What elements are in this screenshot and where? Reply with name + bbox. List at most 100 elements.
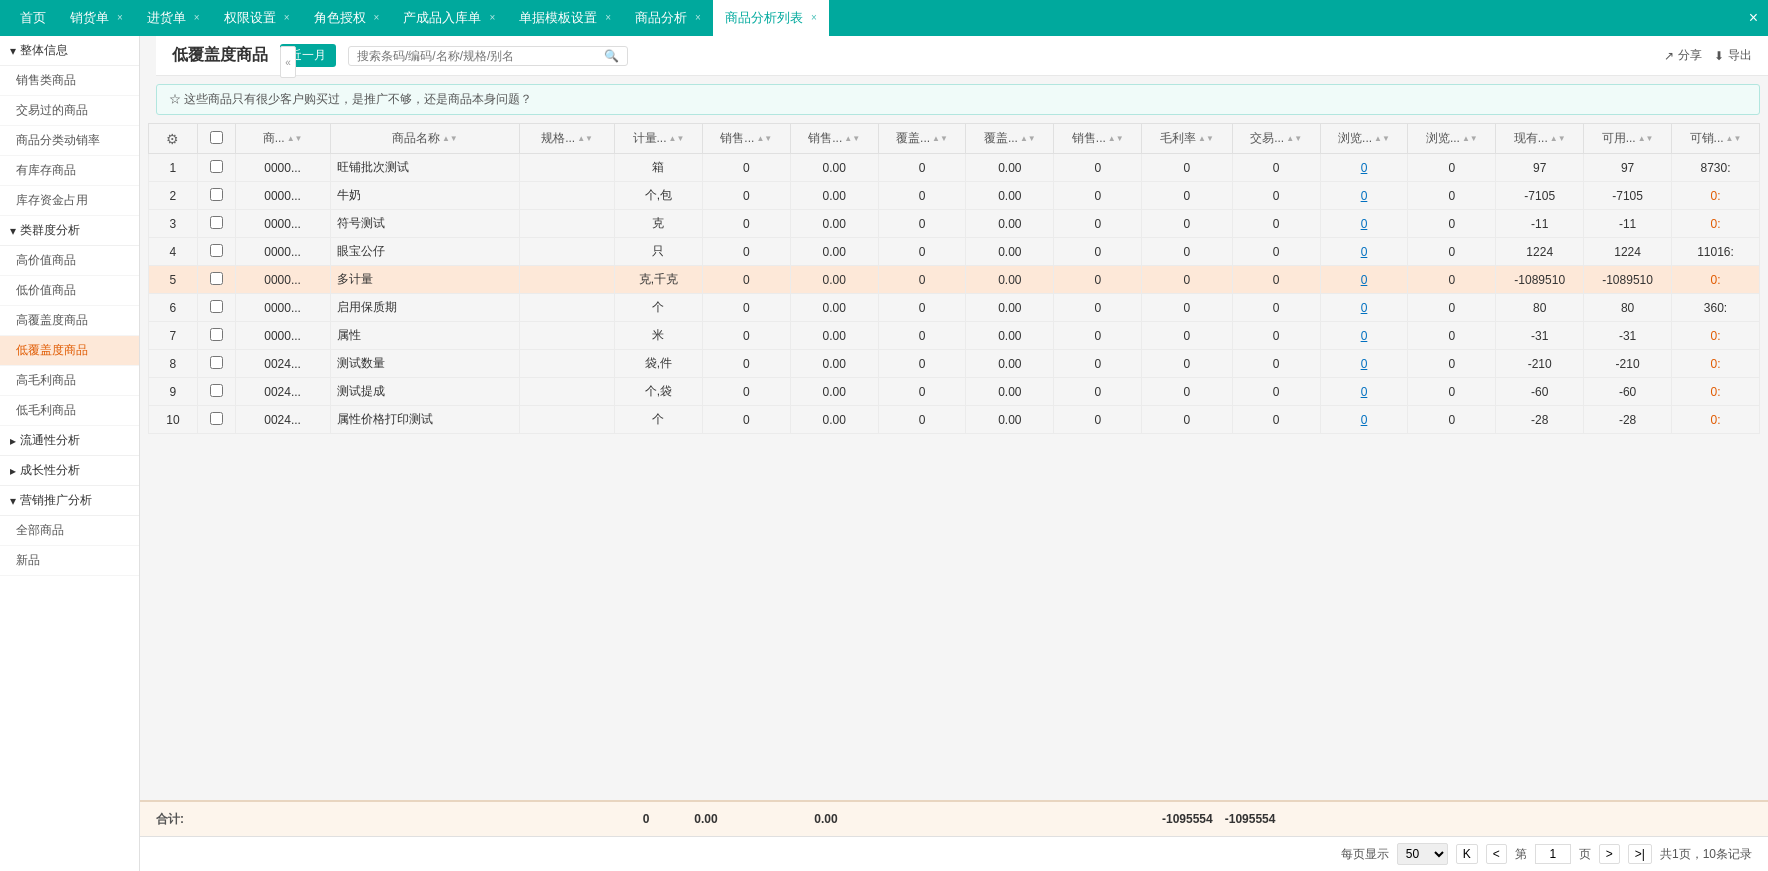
row-checkbox[interactable] <box>197 350 235 378</box>
row-gross-rate: 0 <box>1142 154 1233 182</box>
row-checkbox[interactable] <box>197 294 235 322</box>
nav-close-templates[interactable]: × <box>605 0 611 36</box>
row-checkbox[interactable] <box>197 266 235 294</box>
row-index: 8 <box>149 350 198 378</box>
close-all-button[interactable]: × <box>1749 9 1758 27</box>
row-name: 属性 <box>330 322 520 350</box>
sidebar-item-low-margin[interactable]: 低毛利商品 <box>0 396 139 426</box>
row-name: 多计量 <box>330 266 520 294</box>
row-sales-qty: 0 <box>702 378 790 406</box>
sidebar-item-stock-capital[interactable]: 库存资金占用 <box>0 186 139 216</box>
table-wrapper[interactable]: ⚙ 商...▲▼ 商品名称▲▼ 规格...▲▼ <box>140 123 1768 800</box>
sidebar-item-low-value[interactable]: 低价值商品 <box>0 276 139 306</box>
row-checkbox[interactable] <box>197 238 235 266</box>
search-input[interactable] <box>357 49 604 63</box>
sidebar-item-traded-goods[interactable]: 交易过的商品 <box>0 96 139 126</box>
sidebar-section-group[interactable]: ▾ 类群度分析 <box>0 216 139 246</box>
sidebar-item-sales-goods[interactable]: 销售类商品 <box>0 66 139 96</box>
sidebar-item-low-coverage[interactable]: 低覆盖度商品 <box>0 336 139 366</box>
th-current[interactable]: 现有...▲▼ <box>1496 124 1584 154</box>
nav-item-home[interactable]: 首页 <box>8 0 58 36</box>
sidebar-item-new-goods[interactable]: 新品 <box>0 546 139 576</box>
sidebar-toggle-button[interactable]: « <box>280 46 296 78</box>
sidebar-item-high-coverage[interactable]: 高覆盖度商品 <box>0 306 139 336</box>
th-spec[interactable]: 规格...▲▼ <box>520 124 615 154</box>
table-settings-icon[interactable]: ⚙ <box>166 131 179 147</box>
nav-item-analysis-list[interactable]: 商品分析列表 × <box>713 0 829 36</box>
nav-item-sales[interactable]: 销货单 × <box>58 0 135 36</box>
nav-close-permissions[interactable]: × <box>284 0 290 36</box>
row-current: -7105 <box>1496 182 1584 210</box>
row-sales-x: 0 <box>1054 378 1142 406</box>
th-settings[interactable]: ⚙ <box>149 124 198 154</box>
sidebar-section-marketing[interactable]: ▾ 营销推广分析 <box>0 486 139 516</box>
page-size-select[interactable]: 50 20 100 <box>1397 843 1448 865</box>
nav-close-roles[interactable]: × <box>374 0 380 36</box>
sidebar-item-all-goods[interactable]: 全部商品 <box>0 516 139 546</box>
nav-close-products[interactable]: × <box>489 0 495 36</box>
row-browse1: 0 <box>1320 350 1408 378</box>
th-sales-qty[interactable]: 销售...▲▼ <box>702 124 790 154</box>
th-sales-x[interactable]: 销售...▲▼ <box>1054 124 1142 154</box>
nav-item-analysis[interactable]: 商品分析 × <box>623 0 713 36</box>
row-browse1: 0 <box>1320 294 1408 322</box>
row-current: -60 <box>1496 378 1584 406</box>
th-unit[interactable]: 计量...▲▼ <box>615 124 703 154</box>
sidebar-section-liquidity[interactable]: ▸ 流通性分析 <box>0 426 139 456</box>
th-cover2[interactable]: 覆盖...▲▼ <box>966 124 1054 154</box>
last-page-button[interactable]: >| <box>1628 844 1652 864</box>
th-trade[interactable]: 交易...▲▼ <box>1232 124 1320 154</box>
nav-item-templates[interactable]: 单据模板设置 × <box>507 0 623 36</box>
row-checkbox[interactable] <box>197 154 235 182</box>
th-sellable[interactable]: 可销...▲▼ <box>1672 124 1760 154</box>
first-page-button[interactable]: K <box>1456 844 1478 864</box>
row-current: -11 <box>1496 210 1584 238</box>
row-browse1: 0 <box>1320 266 1408 294</box>
th-cover1[interactable]: 覆盖...▲▼ <box>878 124 966 154</box>
row-cover2: 0.00 <box>966 210 1054 238</box>
row-checkbox[interactable] <box>197 406 235 434</box>
th-browse1[interactable]: 浏览...▲▼ <box>1320 124 1408 154</box>
sidebar-section-overall[interactable]: ▾ 整体信息 <box>0 36 139 66</box>
row-sales-x: 0 <box>1054 350 1142 378</box>
row-code: 0024... <box>235 350 330 378</box>
th-check[interactable] <box>197 124 235 154</box>
row-checkbox[interactable] <box>197 378 235 406</box>
export-button[interactable]: ⬇ 导出 <box>1714 47 1752 64</box>
sidebar-item-high-margin[interactable]: 高毛利商品 <box>0 366 139 396</box>
content-header: 低覆盖度商品 近一月 🔍 ↗ 分享 ⬇ 导出 <box>156 36 1768 76</box>
row-available: 1224 <box>1584 238 1672 266</box>
nav-item-purchase[interactable]: 进货单 × <box>135 0 212 36</box>
row-checkbox[interactable] <box>197 210 235 238</box>
row-checkbox[interactable] <box>197 182 235 210</box>
nav-item-roles[interactable]: 角色授权 × <box>302 0 392 36</box>
check-all-checkbox[interactable] <box>210 131 223 144</box>
sidebar-item-in-stock[interactable]: 有库存商品 <box>0 156 139 186</box>
row-code: 0024... <box>235 406 330 434</box>
nav-item-permissions[interactable]: 权限设置 × <box>212 0 302 36</box>
th-available[interactable]: 可用...▲▼ <box>1584 124 1672 154</box>
next-page-button[interactable]: > <box>1599 844 1620 864</box>
th-browse2[interactable]: 浏览...▲▼ <box>1408 124 1496 154</box>
nav-item-products[interactable]: 产成品入库单 × <box>391 0 507 36</box>
sidebar-item-high-value[interactable]: 高价值商品 <box>0 246 139 276</box>
th-code[interactable]: 商...▲▼ <box>235 124 330 154</box>
share-button[interactable]: ↗ 分享 <box>1664 47 1702 64</box>
sidebar-section-growth[interactable]: ▸ 成长性分析 <box>0 456 139 486</box>
nav-close-analysis-list[interactable]: × <box>811 0 817 36</box>
nav-close-purchase[interactable]: × <box>194 0 200 36</box>
th-gross-rate[interactable]: 毛利率▲▼ <box>1142 124 1233 154</box>
nav-close-analysis[interactable]: × <box>695 0 701 36</box>
search-icon[interactable]: 🔍 <box>604 49 619 63</box>
th-name[interactable]: 商品名称▲▼ <box>330 124 520 154</box>
row-unit: 个 <box>615 406 703 434</box>
row-cover2: 0.00 <box>966 406 1054 434</box>
th-sales-amt[interactable]: 销售...▲▼ <box>790 124 878 154</box>
row-checkbox[interactable] <box>197 322 235 350</box>
prev-page-button[interactable]: < <box>1486 844 1507 864</box>
nav-close-sales[interactable]: × <box>117 0 123 36</box>
sidebar-item-category-rate[interactable]: 商品分类动销率 <box>0 126 139 156</box>
row-browse2: 0 <box>1408 406 1496 434</box>
table-row: 80024...测试数量袋,件00.0000.0000000-210-2100: <box>149 350 1760 378</box>
page-number-input[interactable] <box>1535 844 1571 864</box>
